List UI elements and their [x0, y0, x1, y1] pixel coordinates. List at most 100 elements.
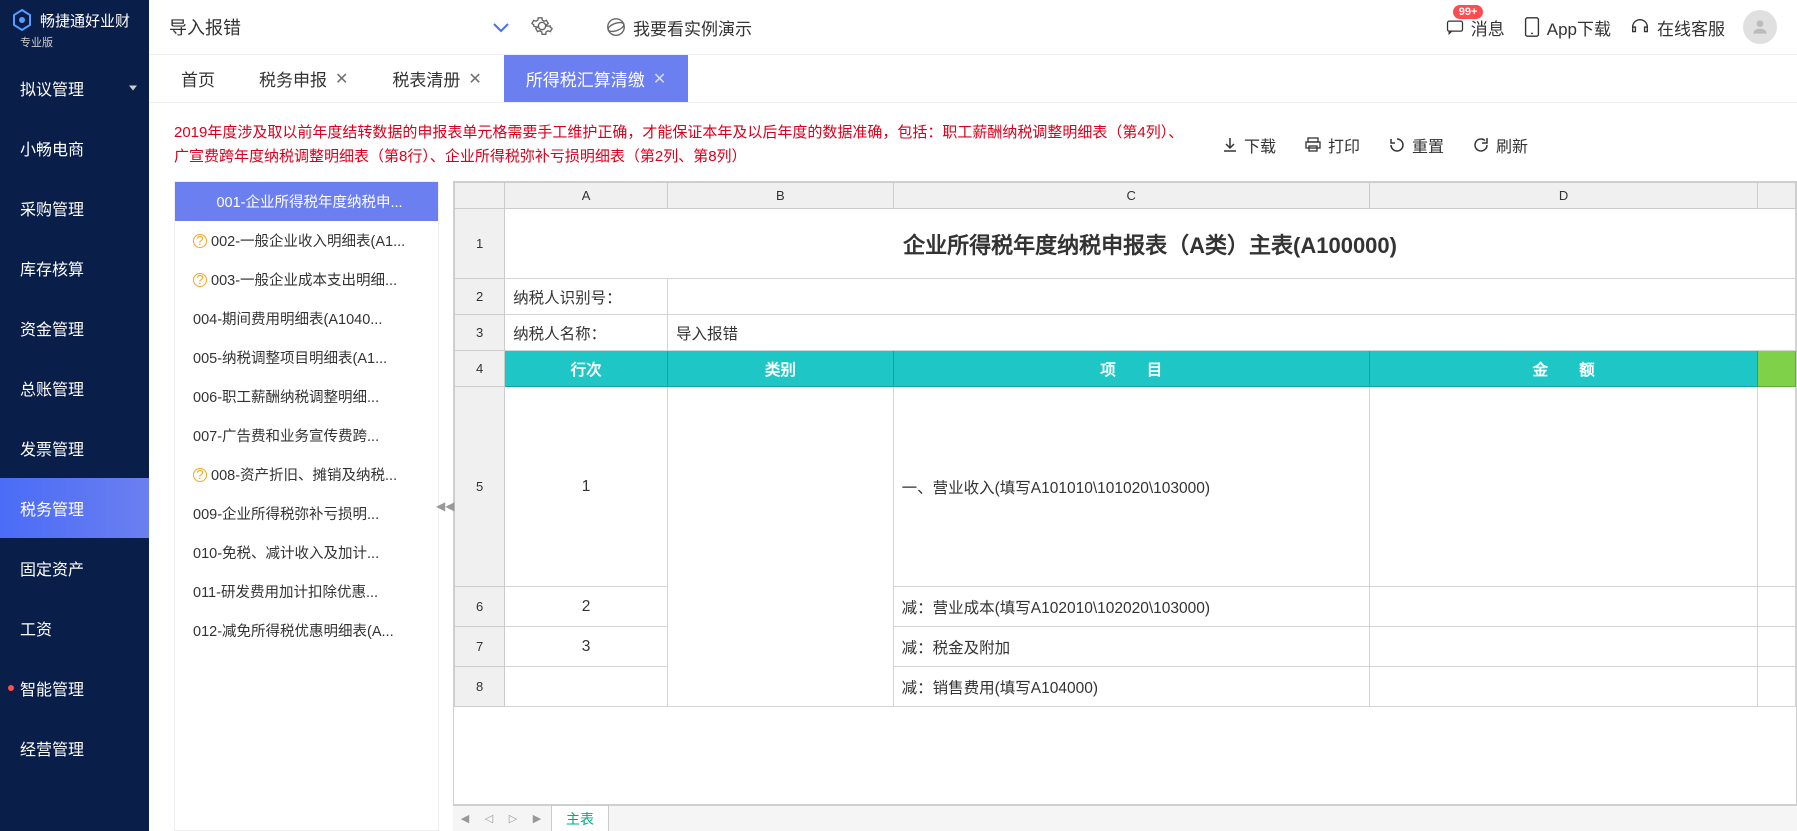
row-header-5[interactable]: 5: [455, 387, 505, 587]
header-row-idx: 行次: [505, 351, 668, 387]
col-header-a[interactable]: A: [505, 183, 668, 209]
settings-button[interactable]: [527, 11, 557, 44]
tab-2[interactable]: 税表清册✕: [370, 55, 503, 102]
headset-icon: [1629, 16, 1651, 38]
sidebar-item-3[interactable]: 库存核算: [0, 238, 149, 298]
refresh-label: 刷新: [1496, 133, 1528, 157]
sidebar-item-11[interactable]: 经营管理: [0, 718, 149, 778]
sheet-tab-main[interactable]: 主表: [551, 805, 609, 831]
sheet-nav-prev[interactable]: ◁: [477, 812, 501, 825]
sidebar-item-10[interactable]: 智能管理: [0, 658, 149, 718]
taxpayer-name-value[interactable]: 导入报错: [668, 315, 1796, 351]
help-icon: ?: [193, 468, 207, 482]
demo-link[interactable]: 我要看实例演示: [605, 15, 752, 40]
form-item-label: 005-纳税调整项目明细表(A1...: [193, 347, 387, 368]
form-item-4[interactable]: 005-纳税调整项目明细表(A1...: [175, 338, 438, 377]
user-avatar[interactable]: [1743, 10, 1777, 44]
form-item-8[interactable]: 009-企业所得税弥补亏损明...: [175, 494, 438, 533]
print-label: 打印: [1328, 133, 1360, 157]
sidebar-item-4[interactable]: 资金管理: [0, 298, 149, 358]
sidebar-item-9[interactable]: 工资: [0, 598, 149, 658]
chevron-down-icon: [493, 17, 509, 38]
form-item-7[interactable]: ? 008-资产折旧、摊销及纳税...: [175, 455, 438, 494]
brand-icon: [10, 8, 34, 32]
row-header-2[interactable]: 2: [455, 279, 505, 315]
topbar: 导入报错 我要看实例演示 99+ 消息 App下载: [149, 0, 1797, 55]
sidebar-item-7[interactable]: 税务管理: [0, 478, 149, 538]
taxpayer-id-value[interactable]: [668, 279, 1796, 315]
col-header-c[interactable]: C: [893, 183, 1369, 209]
row-header-7[interactable]: 7: [455, 627, 505, 667]
sidebar-item-6[interactable]: 发票管理: [0, 418, 149, 478]
row-header-6[interactable]: 6: [455, 587, 505, 627]
demo-link-label: 我要看实例演示: [633, 15, 752, 40]
amount-4[interactable]: [1369, 667, 1758, 707]
row-header-4[interactable]: 4: [455, 351, 505, 387]
project-3: 减：税金及附加: [893, 627, 1369, 667]
appdownload-button[interactable]: App下载: [1523, 15, 1611, 40]
row-header-8[interactable]: 8: [455, 667, 505, 707]
form-item-9[interactable]: 010-免税、减计收入及加计...: [175, 533, 438, 572]
help-icon: ?: [193, 234, 207, 248]
project-1: 一、营业收入(填写A101010\101020\103000): [893, 387, 1369, 587]
notice-text: 2019年度涉及取以前年度结转数据的申报表单元格需要手工维护正确，才能保证本年及…: [174, 121, 1194, 169]
sheet-nav-first[interactable]: ◀: [453, 812, 477, 825]
row-idx-2: 2: [505, 587, 668, 627]
tab-3[interactable]: 所得税汇算清缴 ✕: [504, 55, 688, 102]
context-dropdown[interactable]: 导入报错: [169, 8, 509, 46]
close-icon[interactable]: ✕: [468, 69, 481, 89]
amount-3[interactable]: [1369, 627, 1758, 667]
category-merged: [668, 387, 894, 707]
form-item-label: 012-减免所得税优惠明细表(A...: [193, 620, 394, 641]
print-button[interactable]: 打印: [1304, 133, 1360, 157]
sidebar-item-2[interactable]: 采购管理: [0, 178, 149, 238]
sidebar-item-0[interactable]: 拟议管理: [0, 58, 149, 118]
col-header-b[interactable]: B: [668, 183, 894, 209]
brand-logo: 畅捷通好业财: [0, 0, 149, 34]
download-button[interactable]: 下载: [1222, 133, 1276, 157]
sheet-nav-next[interactable]: ▷: [501, 812, 525, 825]
refresh-button[interactable]: 刷新: [1472, 133, 1528, 157]
form-item-11[interactable]: 012-减免所得税优惠明细表(A...: [175, 611, 438, 650]
phone-icon: [1523, 16, 1541, 38]
tab-1[interactable]: 税务申报✕: [237, 55, 370, 102]
form-item-3[interactable]: 004-期间费用明细表(A1040...: [175, 299, 438, 338]
messages-button[interactable]: 99+ 消息: [1445, 15, 1505, 40]
sheet-grid[interactable]: A B C D 1 企业所得税年度纳税申报表（A类）主表(A100000) 2: [453, 181, 1797, 805]
sidebar: 畅捷通好业财 专业版 拟议管理小畅电商采购管理库存核算资金管理总账管理发票管理税…: [0, 0, 149, 831]
sidebar-item-5[interactable]: 总账管理: [0, 358, 149, 418]
form-item-0[interactable]: 001-企业所得税年度纳税申...: [175, 182, 438, 221]
collapse-handle[interactable]: ◀◀: [436, 499, 454, 513]
extra-1: [1758, 387, 1796, 587]
form-item-1[interactable]: ?002-一般企业收入明细表(A1...: [175, 221, 438, 260]
row-header-1[interactable]: 1: [455, 209, 505, 279]
close-icon[interactable]: ✕: [653, 69, 666, 89]
sheet-nav-last[interactable]: ▶: [525, 812, 549, 825]
close-icon[interactable]: ✕: [335, 69, 348, 89]
dropdown-value: 导入报错: [169, 14, 241, 40]
user-icon: [1750, 17, 1770, 37]
reset-button[interactable]: 重置: [1388, 133, 1444, 157]
reset-icon: [1388, 136, 1406, 154]
col-header-d[interactable]: D: [1369, 183, 1758, 209]
form-item-label: 008-资产折旧、摊销及纳税...: [211, 464, 397, 485]
sidebar-item-1[interactable]: 小畅电商: [0, 118, 149, 178]
sidebar-item-8[interactable]: 固定资产: [0, 538, 149, 598]
refresh-icon: [1472, 136, 1490, 154]
header-amount: 金 额: [1369, 351, 1758, 387]
amount-1[interactable]: [1369, 387, 1758, 587]
form-item-10[interactable]: 011-研发费用加计扣除优惠...: [175, 572, 438, 611]
support-button[interactable]: 在线客服: [1629, 15, 1725, 40]
tab-0[interactable]: 首页: [159, 55, 237, 102]
print-icon: [1304, 136, 1322, 154]
content-body: 001-企业所得税年度纳税申...?002-一般企业收入明细表(A1...?00…: [149, 181, 1797, 831]
row-header-3[interactable]: 3: [455, 315, 505, 351]
row-idx-1: 1: [505, 387, 668, 587]
amount-2[interactable]: [1369, 587, 1758, 627]
tab-label: 所得税汇算清缴: [526, 66, 645, 91]
form-item-2[interactable]: ?003-一般企业成本支出明细...: [175, 260, 438, 299]
form-item-label: 006-职工薪酬纳税调整明细...: [193, 386, 379, 407]
form-item-6[interactable]: 007-广告费和业务宣传费跨...: [175, 416, 438, 455]
form-item-5[interactable]: 006-职工薪酬纳税调整明细...: [175, 377, 438, 416]
row-idx-4: [505, 667, 668, 707]
